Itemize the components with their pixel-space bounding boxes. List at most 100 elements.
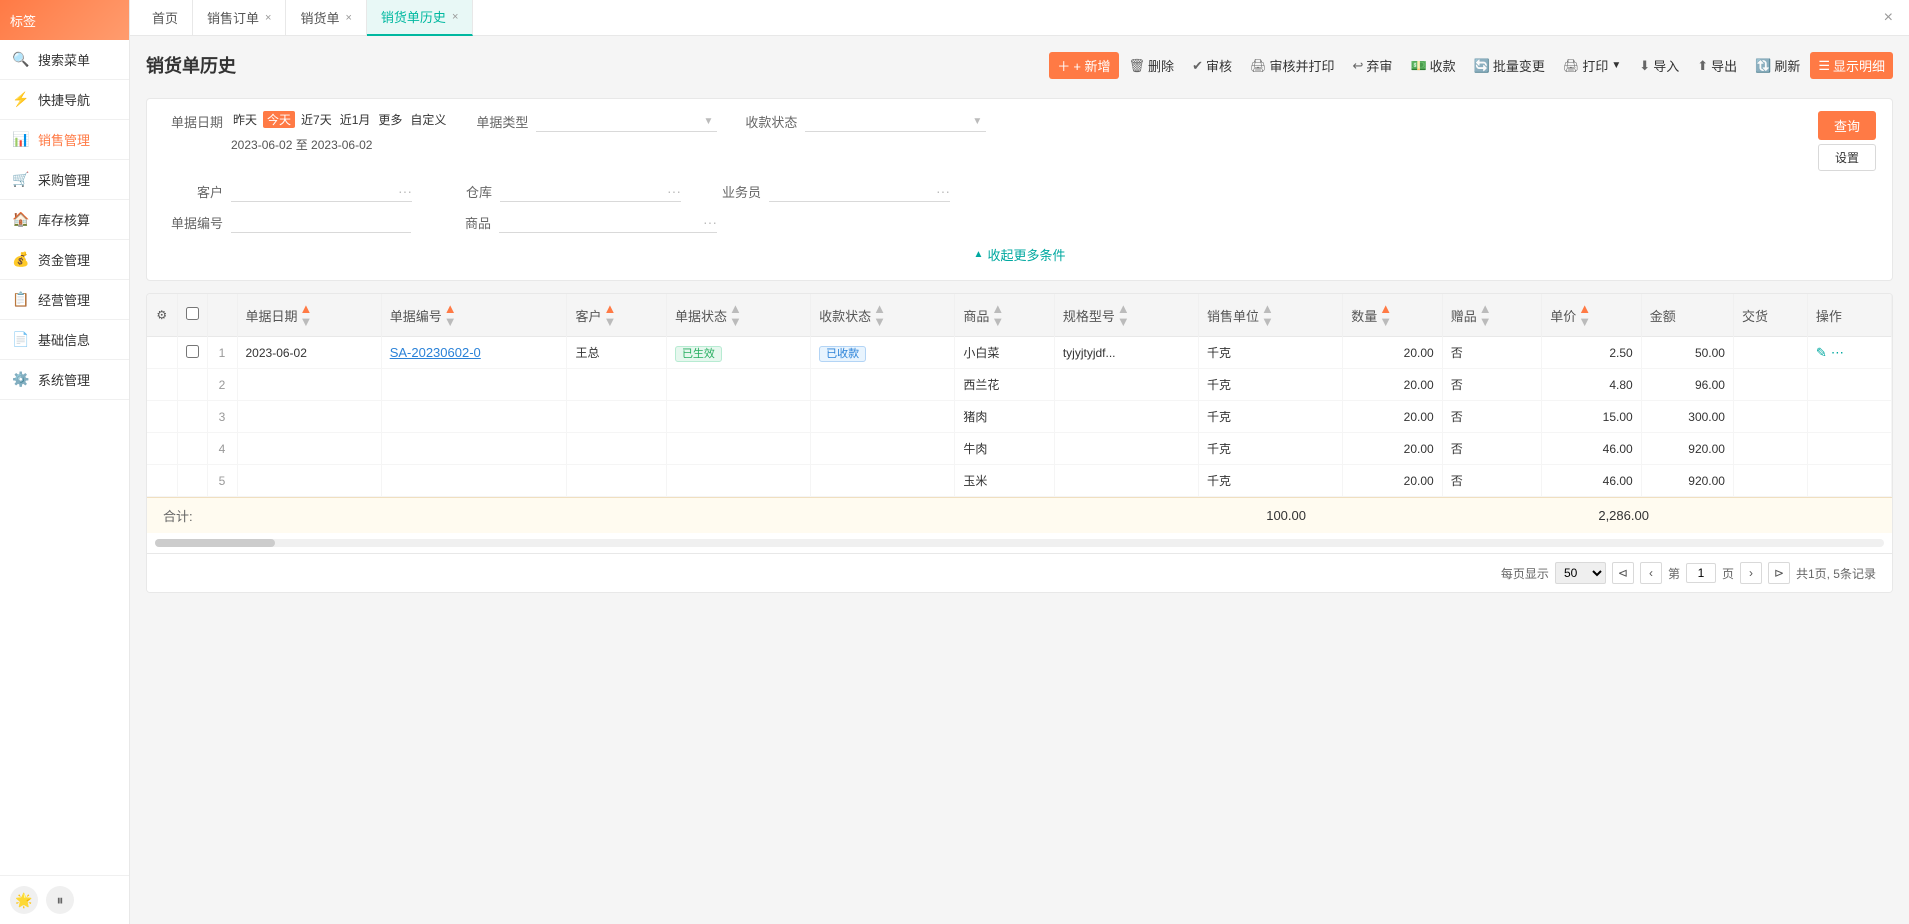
sidebar-item-operation[interactable]: 📋 经营管理	[0, 280, 129, 320]
sidebar-item-sales[interactable]: 📊 销售管理	[0, 120, 129, 160]
action-edit-0[interactable]: ✎	[1816, 345, 1827, 360]
new-button[interactable]: ＋ + 新增	[1049, 52, 1118, 79]
docnum-input[interactable]	[231, 212, 411, 233]
tab-sales-order-close[interactable]: ×	[265, 12, 271, 24]
th-spec[interactable]: 规格型号 ▲▼	[1054, 294, 1198, 337]
query-button[interactable]: 查询	[1818, 111, 1876, 140]
show-detail-button[interactable]: ☰ 显示明细	[1810, 52, 1893, 79]
sidebar-item-search[interactable]: 🔍 搜索菜单	[0, 40, 129, 80]
batch-change-button[interactable]: 🔄 批量变更	[1466, 52, 1553, 79]
th-qty[interactable]: 数量 ▲▼	[1343, 294, 1443, 337]
th-goods[interactable]: 商品 ▲▼	[955, 294, 1055, 337]
th-docnum[interactable]: 单据编号 ▲▼	[381, 294, 567, 337]
type-input[interactable]	[536, 111, 699, 131]
sidebar-item-inventory[interactable]: 🏠 库存核算	[0, 200, 129, 240]
shortcut-1month[interactable]: 近1月	[338, 111, 373, 128]
collect-button[interactable]: 💵 收款	[1402, 52, 1463, 79]
staff-dots[interactable]: ···	[936, 183, 950, 199]
goods-dots[interactable]: ···	[703, 214, 717, 230]
delete-button[interactable]: 🗑 删除	[1121, 52, 1183, 79]
sidebar-item-finance[interactable]: 💰 资金管理	[0, 240, 129, 280]
sort-gift[interactable]: 赠品 ▲▼	[1451, 302, 1492, 328]
sidebar-star-btn[interactable]: 🌟	[10, 886, 38, 914]
sort-customer[interactable]: 客户 ▲▼	[575, 302, 616, 328]
tab-home[interactable]: 首页	[138, 0, 193, 36]
tab-bar-close-all[interactable]: ×	[1876, 9, 1901, 27]
refresh-button[interactable]: 🔃 刷新	[1747, 52, 1808, 79]
shortcut-7days[interactable]: 近7天	[299, 111, 334, 128]
select-all-checkbox[interactable]	[186, 307, 199, 320]
th-date[interactable]: 单据日期 ▲▼	[237, 294, 381, 337]
tab-sales-goods-history[interactable]: 销货单历史 ×	[367, 0, 473, 36]
sort-goods[interactable]: 商品 ▲▼	[963, 302, 1004, 328]
cell-checkbox-1[interactable]	[177, 369, 207, 401]
abandon-button[interactable]: ↩ 弃审	[1345, 52, 1401, 79]
first-page-btn[interactable]: ⊲	[1612, 562, 1634, 584]
shortcut-today[interactable]: 今天	[263, 111, 295, 128]
review-print-button[interactable]: 🖨 审核并打印	[1242, 52, 1343, 79]
sort-price[interactable]: 单价 ▲▼	[1550, 302, 1591, 328]
settings-button[interactable]: 设置	[1818, 144, 1876, 171]
sort-qty[interactable]: 数量 ▲▼	[1351, 302, 1392, 328]
cell-docnum-3[interactable]	[381, 433, 567, 465]
type-arrow[interactable]: ▼	[699, 116, 717, 127]
cell-customer-4	[567, 465, 667, 497]
row-checkbox-0[interactable]	[186, 345, 199, 358]
th-gear[interactable]: ⚙	[147, 294, 177, 337]
filter-collapse-btn[interactable]: ▲ 收起更多条件	[163, 241, 1876, 268]
shortcut-more[interactable]: 更多	[376, 111, 404, 128]
customer-input[interactable]	[231, 181, 394, 201]
tab-sales-order[interactable]: 销售订单 ×	[193, 0, 286, 36]
th-gift[interactable]: 赠品 ▲▼	[1442, 294, 1542, 337]
sort-docnum[interactable]: 单据编号 ▲▼	[390, 302, 457, 328]
sort-date[interactable]: 单据日期 ▲▼	[246, 302, 313, 328]
last-page-btn[interactable]: ⊳	[1768, 562, 1790, 584]
pay-status-input[interactable]	[805, 111, 968, 131]
tab-sales-goods-history-close[interactable]: ×	[452, 11, 458, 23]
table-scrollbar-thumb[interactable]	[155, 539, 275, 547]
warehouse-dots[interactable]: ···	[667, 183, 681, 199]
sort-docstatus[interactable]: 单据状态 ▲▼	[675, 302, 742, 328]
th-price[interactable]: 单价 ▲▼	[1542, 294, 1642, 337]
sort-spec[interactable]: 规格型号 ▲▼	[1063, 302, 1130, 328]
sidebar-item-system[interactable]: ⚙️ 系统管理	[0, 360, 129, 400]
th-paystatus[interactable]: 收款状态 ▲▼	[811, 294, 955, 337]
th-checkbox[interactable]	[177, 294, 207, 337]
export-button[interactable]: ⬆ 导出	[1689, 52, 1745, 79]
th-unit[interactable]: 销售单位 ▲▼	[1199, 294, 1343, 337]
cell-docnum-4[interactable]	[381, 465, 567, 497]
table-scrollbar[interactable]	[155, 539, 1884, 547]
customer-dots[interactable]: ···	[398, 183, 412, 199]
cell-checkbox-2[interactable]	[177, 401, 207, 433]
goods-input[interactable]	[499, 212, 699, 232]
th-customer[interactable]: 客户 ▲▼	[567, 294, 667, 337]
next-page-btn[interactable]: ›	[1740, 562, 1762, 584]
cell-checkbox-4[interactable]	[177, 465, 207, 497]
print-button[interactable]: 🖨 打印 ▼	[1555, 52, 1629, 79]
per-page-select[interactable]: 50 100 200	[1555, 562, 1606, 584]
cell-docnum-2[interactable]	[381, 401, 567, 433]
prev-page-btn[interactable]: ‹	[1640, 562, 1662, 584]
action-more-0[interactable]: ⋯	[1831, 345, 1844, 360]
tab-sales-goods-close[interactable]: ×	[345, 12, 351, 24]
staff-input[interactable]	[769, 181, 932, 201]
cell-checkbox-0[interactable]	[177, 337, 207, 369]
sidebar-item-purchase[interactable]: 🛒 采购管理	[0, 160, 129, 200]
tab-sales-goods[interactable]: 销货单 ×	[286, 0, 366, 36]
cell-docnum-0[interactable]: SA-20230602-0	[381, 337, 567, 369]
cell-checkbox-3[interactable]	[177, 433, 207, 465]
shortcut-yesterday[interactable]: 昨天	[231, 111, 259, 128]
sort-paystatus[interactable]: 收款状态 ▲▼	[819, 302, 886, 328]
sidebar-item-basic[interactable]: 📄 基础信息	[0, 320, 129, 360]
shortcut-custom[interactable]: 自定义	[408, 111, 448, 128]
cell-docnum-1[interactable]	[381, 369, 567, 401]
warehouse-input[interactable]	[500, 181, 663, 201]
th-docstatus[interactable]: 单据状态 ▲▼	[666, 294, 810, 337]
sidebar-item-shortcut[interactable]: ⚡ 快捷导航	[0, 80, 129, 120]
review-button[interactable]: ✔ 审核	[1184, 52, 1240, 79]
sort-unit[interactable]: 销售单位 ▲▼	[1207, 302, 1274, 328]
pay-status-arrow[interactable]: ▼	[968, 116, 986, 127]
sidebar-pause-btn[interactable]: ⏸	[46, 886, 74, 914]
page-number-input[interactable]	[1686, 563, 1716, 583]
import-button[interactable]: ⬇ 导入	[1631, 52, 1687, 79]
